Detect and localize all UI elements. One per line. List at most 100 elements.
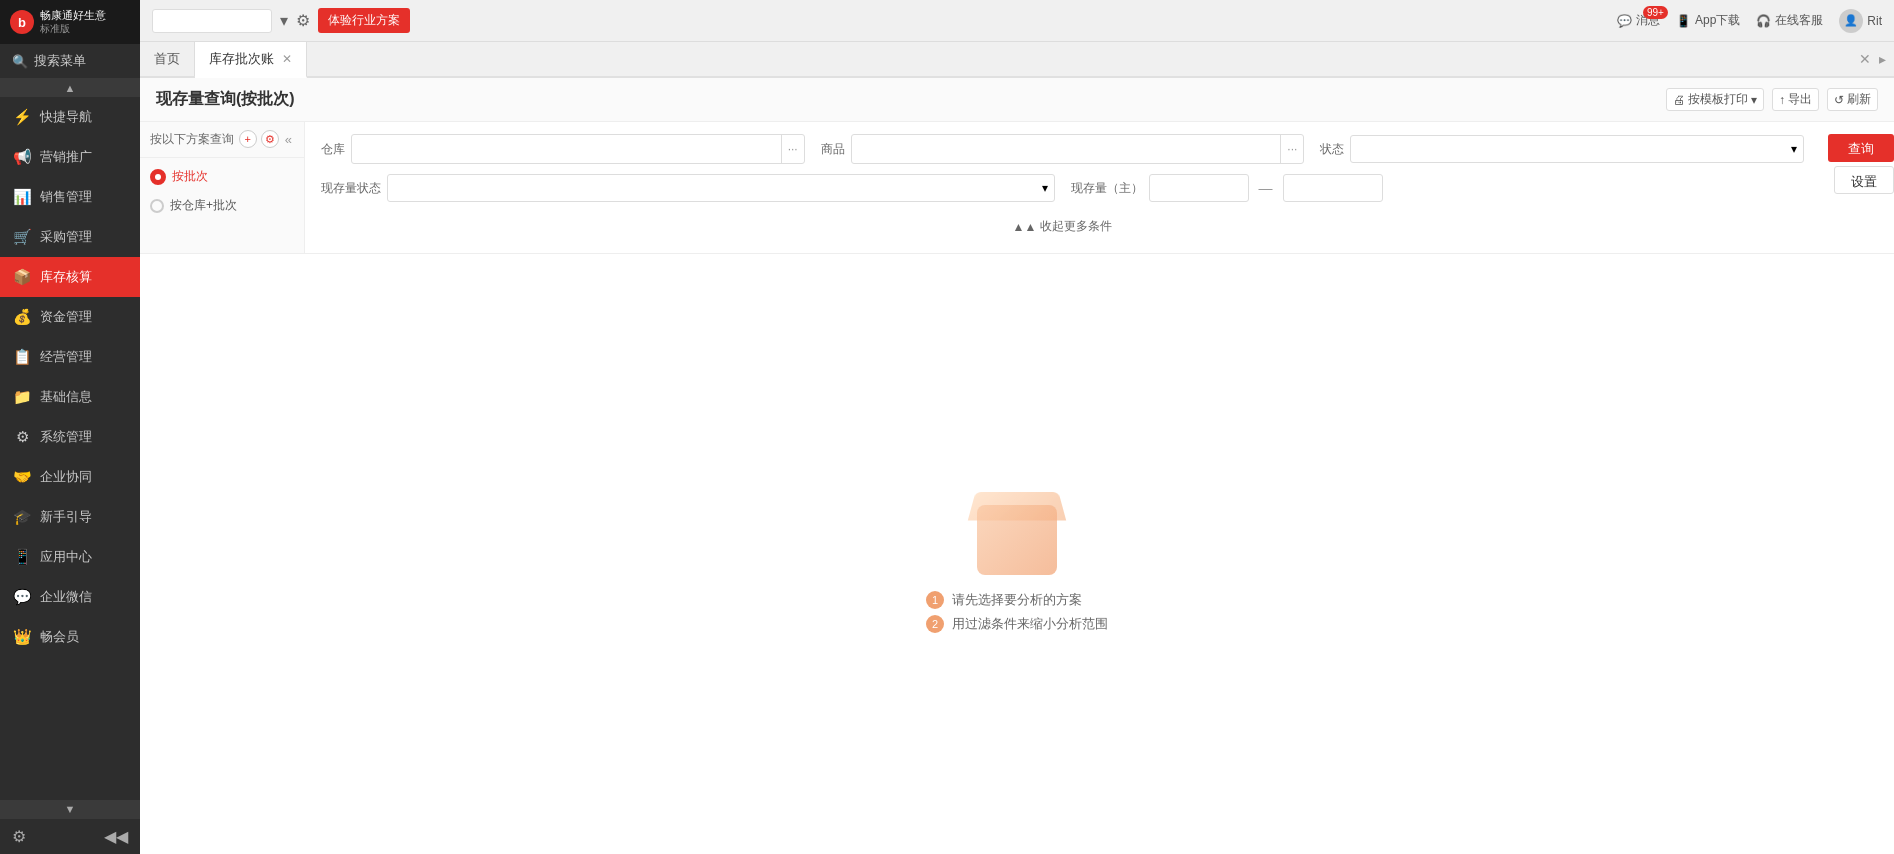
collapse-up-icon: ▲▲ xyxy=(1013,220,1037,234)
message-btn[interactable]: 💬 消息 99+ xyxy=(1617,12,1660,29)
refresh-icon: ↺ xyxy=(1834,93,1844,107)
content-area: 现存量查询(按批次) 🖨 按模板打印 ▾ ↑ 导出 ↺ 刷新 xyxy=(140,78,1894,854)
sidebar-item-operations[interactable]: 📋 经营管理 xyxy=(0,337,140,377)
wechat-label: 企业微信 xyxy=(40,588,92,606)
empty-state: 1 请先选择要分析的方案 2 用过滤条件来缩小分析范围 xyxy=(140,254,1894,854)
tabbar: 首页 库存批次账 ✕ ✕ ▸ xyxy=(140,42,1894,78)
app-download-btn[interactable]: 📱 App下载 xyxy=(1676,12,1740,29)
filter-fields: 仓库 ··· 商品 ··· xyxy=(305,122,1820,253)
scheme-radio-outline xyxy=(150,199,164,213)
scheme-panel-header: 按以下方案查询 + ⚙ « xyxy=(140,122,304,158)
scheme-dot-inner xyxy=(155,174,161,180)
collapse-btn[interactable]: ▲▲ 收起更多条件 xyxy=(321,212,1804,241)
sidebar-item-marketing[interactable]: 📢 营销推广 xyxy=(0,137,140,177)
export-btn[interactable]: ↑ 导出 xyxy=(1772,88,1819,111)
scheme-header-left: 按以下方案查询 xyxy=(150,131,234,148)
empty-illustration xyxy=(957,475,1077,575)
box-body xyxy=(977,505,1057,575)
product-label: 商品 xyxy=(821,141,845,158)
refresh-btn[interactable]: ↺ 刷新 xyxy=(1827,88,1878,111)
marketing-icon: 📢 xyxy=(12,147,32,167)
purchase-label: 采购管理 xyxy=(40,228,92,246)
filter-fields-wrapper: 仓库 ··· 商品 ··· xyxy=(305,122,1894,253)
stock-status-label: 现存量状态 xyxy=(321,180,381,197)
basic-icon: 📁 xyxy=(12,387,32,407)
filter-stock-main: 现存量（主） — xyxy=(1071,174,1805,202)
sidebar-item-inventory[interactable]: 📦 库存核算 xyxy=(0,257,140,297)
product-more-btn[interactable]: ··· xyxy=(1280,135,1303,163)
online-service-label: 在线客服 xyxy=(1775,12,1823,29)
export-icon: ↑ xyxy=(1779,93,1785,107)
page-title: 现存量查询(按批次) xyxy=(156,89,295,110)
export-label: 导出 xyxy=(1788,91,1812,108)
print-btn[interactable]: 🖨 按模板打印 ▾ xyxy=(1666,88,1764,111)
tab-home-label: 首页 xyxy=(154,50,180,68)
search-menu[interactable]: 🔍 搜索菜单 xyxy=(0,44,140,79)
stock-status-select[interactable]: ▾ xyxy=(387,174,1055,202)
warehouse-input-group: ··· xyxy=(351,134,805,164)
page-actions: 🖨 按模板打印 ▾ ↑ 导出 ↺ 刷新 xyxy=(1666,88,1878,111)
empty-hints: 1 请先选择要分析的方案 2 用过滤条件来缩小分析范围 xyxy=(926,591,1108,633)
settings-btn[interactable]: 设置 xyxy=(1834,166,1894,194)
user-name: Rit xyxy=(1867,14,1882,28)
print-label: 按模板打印 xyxy=(1688,91,1748,108)
tab-inventory-batch[interactable]: 库存批次账 ✕ xyxy=(195,42,307,78)
sidebar-item-quick-nav[interactable]: ⚡ 快捷导航 xyxy=(0,97,140,137)
online-service-btn[interactable]: 🎧 在线客服 xyxy=(1756,12,1823,29)
print-dropdown-icon[interactable]: ▾ xyxy=(1751,93,1757,107)
product-input[interactable] xyxy=(852,135,1281,163)
sidebar-scroll-up[interactable]: ▲ xyxy=(0,79,140,97)
sales-label: 销售管理 xyxy=(40,188,92,206)
print-icon: 🖨 xyxy=(1673,93,1685,107)
sidebar-item-purchase[interactable]: 🛒 采购管理 xyxy=(0,217,140,257)
sidebar-item-sales[interactable]: 📊 销售管理 xyxy=(0,177,140,217)
filter-fields-inner: 仓库 ··· 商品 ··· xyxy=(305,122,1894,253)
warehouse-input[interactable] xyxy=(352,135,781,163)
chevron-right-icon[interactable]: ▸ xyxy=(1879,51,1886,67)
experience-btn[interactable]: 体验行业方案 xyxy=(318,8,410,33)
quick-nav-label: 快捷导航 xyxy=(40,108,92,126)
scheme-add-btn[interactable]: + xyxy=(239,130,257,148)
status-select[interactable]: ▾ xyxy=(1350,135,1804,163)
scheme-header-label: 按以下方案查询 xyxy=(150,131,234,148)
stock-status-dropdown-icon: ▾ xyxy=(1042,181,1048,195)
sidebar-item-wechat[interactable]: 💬 企业微信 xyxy=(0,577,140,617)
app-logo: b xyxy=(10,10,34,34)
sidebar-footer: ⚙ ◀◀ xyxy=(0,818,140,854)
tab-close-area: ✕ ▸ xyxy=(1843,51,1894,67)
sidebar-scroll-down[interactable]: ▼ xyxy=(0,800,140,818)
user-profile-btn[interactable]: 👤 Rit xyxy=(1839,9,1882,33)
close-all-icon[interactable]: ✕ xyxy=(1851,51,1879,67)
scheme-item-by-batch[interactable]: 按批次 xyxy=(140,162,304,191)
sidebar-settings-icon[interactable]: ⚙ xyxy=(12,827,26,846)
scheme-item-by-warehouse-batch[interactable]: 按仓库+批次 xyxy=(140,191,304,220)
sidebar-item-enterprise[interactable]: 🤝 企业协同 xyxy=(0,457,140,497)
topbar-search-input[interactable] xyxy=(152,9,272,33)
newbie-label: 新手引导 xyxy=(40,508,92,526)
stock-main-from[interactable] xyxy=(1149,174,1249,202)
tab-close-btn[interactable]: ✕ xyxy=(282,52,292,66)
sidebar-item-appstore[interactable]: 📱 应用中心 xyxy=(0,537,140,577)
scheme-collapse-btn[interactable]: « xyxy=(283,130,294,149)
sidebar-item-finance[interactable]: 💰 资金管理 xyxy=(0,297,140,337)
message-badge: 99+ xyxy=(1643,6,1668,19)
newbie-icon: 🎓 xyxy=(12,507,32,527)
sidebar-item-newbie[interactable]: 🎓 新手引导 xyxy=(0,497,140,537)
warehouse-more-btn[interactable]: ··· xyxy=(781,135,804,163)
sidebar-item-member[interactable]: 👑 畅会员 xyxy=(0,617,140,657)
dropdown-icon[interactable]: ▾ xyxy=(280,11,288,30)
search-menu-label: 搜索菜单 xyxy=(34,52,86,70)
sidebar-item-system[interactable]: ⚙ 系统管理 xyxy=(0,417,140,457)
scheme-panel: 按以下方案查询 + ⚙ « 按批次 xyxy=(140,122,305,253)
sidebar-collapse-icon[interactable]: ◀◀ xyxy=(104,827,128,846)
tab-inventory-batch-label: 库存批次账 xyxy=(209,50,274,68)
stock-main-to[interactable] xyxy=(1283,174,1383,202)
tab-home[interactable]: 首页 xyxy=(140,42,195,76)
sidebar-item-basic[interactable]: 📁 基础信息 xyxy=(0,377,140,417)
scheme-settings-btn[interactable]: ⚙ xyxy=(261,130,279,148)
query-btn[interactable]: 查询 xyxy=(1828,134,1894,162)
status-label: 状态 xyxy=(1320,141,1344,158)
scheme-by-batch-label: 按批次 xyxy=(172,168,208,185)
scheme-list: 按批次 按仓库+批次 xyxy=(140,158,304,224)
gear-icon[interactable]: ⚙ xyxy=(296,11,310,30)
